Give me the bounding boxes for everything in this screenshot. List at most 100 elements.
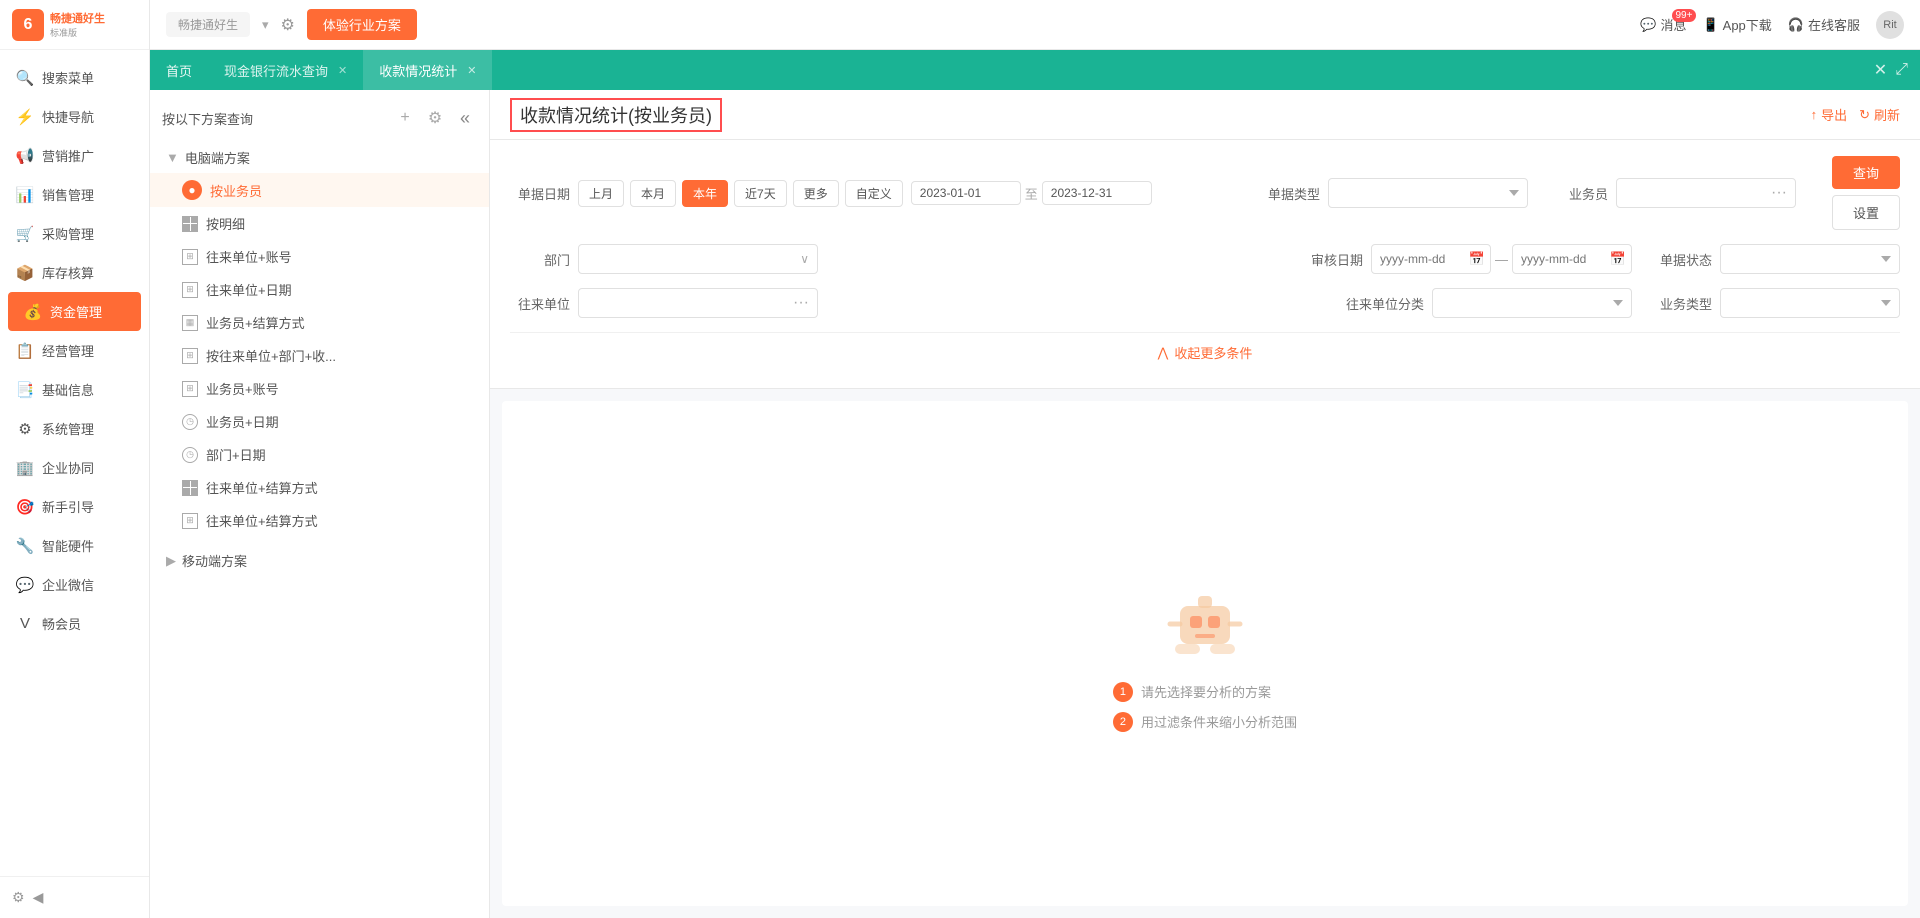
nav-label-basic: 基础信息 [42,380,94,399]
header-settings-icon[interactable]: ⚙ [281,15,295,35]
panel-settings-btn[interactable]: ⚙ [423,106,447,130]
date-btn-custom[interactable]: 自定义 [845,180,903,207]
sidebar-item-finance[interactable]: 💰 资金管理 [8,292,141,331]
app-logo-icon: 6 [12,9,44,41]
sidebar-item-wechat[interactable]: 💬 企业微信 [0,565,149,604]
scheme-item-dept-date[interactable]: ◷ 部门+日期 [150,438,489,471]
scheme-label-sd: 业务员+日期 [206,412,279,431]
voucher-type-select[interactable] [1328,178,1528,208]
scheme-label-sa: 业务员+账号 [206,379,279,398]
filter-row-2: 部门 ∨ 审核日期 📅 — [510,244,1900,274]
notification-area[interactable]: 💬 消息 99+ [1640,15,1686,34]
dept-input[interactable]: ∨ [578,244,818,274]
nav-icon-enterprise: 🏢 [16,459,34,477]
scheme-item-salesman-settlement[interactable]: ▦ 业务员+结算方式 [150,306,489,339]
tab-maximize-icon[interactable]: ⤢ [1895,61,1908,79]
filter-review-date-label: 审核日期 [1303,250,1363,269]
scheme-item-counterpart-account[interactable]: ⊞ 往来单位+账号 [150,240,489,273]
scheme-item-counterpart-dept[interactable]: ⊞ 按往来单位+部门+收... [150,339,489,372]
sidebar-item-sales[interactable]: 📊 销售管理 [0,175,149,214]
tip-text-2: 用过滤条件来缩小分析范围 [1141,712,1297,731]
date-to-input[interactable] [1042,181,1152,205]
date-btn-this-month[interactable]: 本月 [630,180,676,207]
sidebar-item-purchase[interactable]: 🛒 采购管理 [0,214,149,253]
nav-icon-finance: 💰 [24,303,42,321]
sidebar-item-hardware[interactable]: 🔧 智能硬件 [0,526,149,565]
date-btn-more[interactable]: 更多 [793,180,839,207]
sidebar-item-enterprise[interactable]: 🏢 企业协同 [0,448,149,487]
sidebar-collapse-icon[interactable]: ◀ [33,889,44,906]
trial-btn[interactable]: 体验行业方案 [307,9,417,40]
tab-home[interactable]: 首页 [150,61,208,80]
filter-dept-label: 部门 [510,250,570,269]
sidebar-bottom: ⚙ ◀ [0,876,149,918]
nav-icon-system: ⚙ [16,420,34,438]
mobile-scheme-title[interactable]: ▶ 移动端方案 [150,545,489,576]
tab-receipts-close[interactable]: ✕ [467,64,476,77]
scheme-item-detail[interactable]: 按明细 [150,207,489,240]
app-download[interactable]: 📱 App下载 [1702,15,1771,34]
scheme-item-cp-settlement2[interactable]: ⊞ 往来单位+结算方式 [150,504,489,537]
date-btn-this-year[interactable]: 本年 [682,180,728,207]
scheme-item-counterpart-date[interactable]: ⊞ 往来单位+日期 [150,273,489,306]
tab-bank-close[interactable]: ✕ [338,64,347,77]
sidebar-item-guide[interactable]: 🎯 新手引导 [0,487,149,526]
scheme-icon-salesman: ● [182,180,202,200]
sidebar-item-inventory[interactable]: 📦 库存核算 [0,253,149,292]
collapse-bar[interactable]: ⋀ 收起更多条件 [510,332,1900,372]
sidebar-item-system[interactable]: ⚙ 系统管理 [0,409,149,448]
panel-add-btn[interactable]: + [393,106,417,130]
date-btn-7days[interactable]: 近7天 [734,180,787,207]
mobile-schemes: ▶ 移动端方案 [150,541,489,580]
cp-category-select[interactable] [1432,288,1632,318]
scheme-item-salesman-account[interactable]: ⊞ 业务员+账号 [150,372,489,405]
sidebar-item-shortcut[interactable]: ⚡ 快捷导航 [0,97,149,136]
desktop-scheme-title[interactable]: ▼ 电脑端方案 [150,142,489,173]
query-btn[interactable]: 查询 [1832,156,1900,189]
nav-label-guide: 新手引导 [42,497,94,516]
tab-close-all-icon[interactable]: ✕ [1874,60,1887,80]
sidebar-item-search[interactable]: 🔍 搜索菜单 [0,58,149,97]
scheme-item-salesman[interactable]: ● 按业务员 [150,173,489,207]
sidebar-item-operations[interactable]: 📋 经营管理 [0,331,149,370]
tab-bank[interactable]: 现金银行流水查询 ✕ [208,50,363,90]
filter-settings-btn[interactable]: 设置 [1832,195,1900,230]
top-header: 畅捷通好生 ▾ ⚙ 体验行业方案 💬 消息 99+ 📱 App下载 🎧 在线客服… [150,0,1920,50]
empty-tips: 1 请先选择要分析的方案 2 用过滤条件来缩小分析范围 [1113,682,1297,732]
filter-row-3: 往来单位 ··· 往来单位分类 业务类型 [510,288,1900,318]
scheme-icon-ss: ▦ [182,315,198,331]
export-btn[interactable]: ↑ 导出 [1811,105,1848,124]
panel-collapse-btn[interactable]: « [453,106,477,130]
page-title-bar: 收款情况统计(按业务员) ↑ 导出 ↻ 刷新 [490,90,1920,140]
scheme-label-cpd: 按往来单位+部门+收... [206,346,336,365]
sidebar-item-marketing[interactable]: 📢 营销推广 [0,136,149,175]
date-btn-last-month[interactable]: 上月 [578,180,624,207]
desktop-schemes: ▼ 电脑端方案 ● 按业务员 按明细 ⊞ 往来单位+账号 [150,138,489,541]
user-avatar[interactable]: Rit [1876,11,1904,39]
sidebar-item-member[interactable]: V 畅会员 [0,604,149,643]
refresh-icon: ↻ [1859,107,1870,123]
scheme-icon-detail [182,216,198,232]
business-type-select[interactable] [1720,288,1900,318]
tab-bar-right: ✕ ⤢ [1862,60,1920,80]
date-from-input[interactable] [911,181,1021,205]
nav-label-system: 系统管理 [42,419,94,438]
panel-header: 按以下方案查询 + ⚙ « [150,98,489,138]
filter-voucher-type-item: 单据类型 [1260,178,1528,208]
voucher-status-select-wrap [1720,244,1900,274]
counterpart-input[interactable]: ··· [578,288,818,318]
filter-counterpart-label: 往来单位 [510,294,570,313]
empty-area: 1 请先选择要分析的方案 2 用过滤条件来缩小分析范围 [502,401,1908,906]
sidebar-item-basic[interactable]: 📑 基础信息 [0,370,149,409]
salesman-input[interactable]: ··· [1616,178,1796,208]
sidebar-settings-icon[interactable]: ⚙ [12,889,25,906]
scheme-item-salesman-date[interactable]: ◷ 业务员+日期 [150,405,489,438]
online-service[interactable]: 🎧 在线客服 [1788,15,1860,34]
voucher-status-select[interactable] [1720,244,1900,274]
nav-icon-guide: 🎯 [16,498,34,516]
nav-label-member: 畅会员 [42,614,81,633]
scheme-item-cp-settlement1[interactable]: 往来单位+结算方式 [150,471,489,504]
refresh-btn[interactable]: ↻ 刷新 [1859,105,1900,124]
tab-receipts[interactable]: 收款情况统计 ✕ [363,50,492,90]
breadcrumb-dropdown-icon[interactable]: ▾ [262,17,269,33]
